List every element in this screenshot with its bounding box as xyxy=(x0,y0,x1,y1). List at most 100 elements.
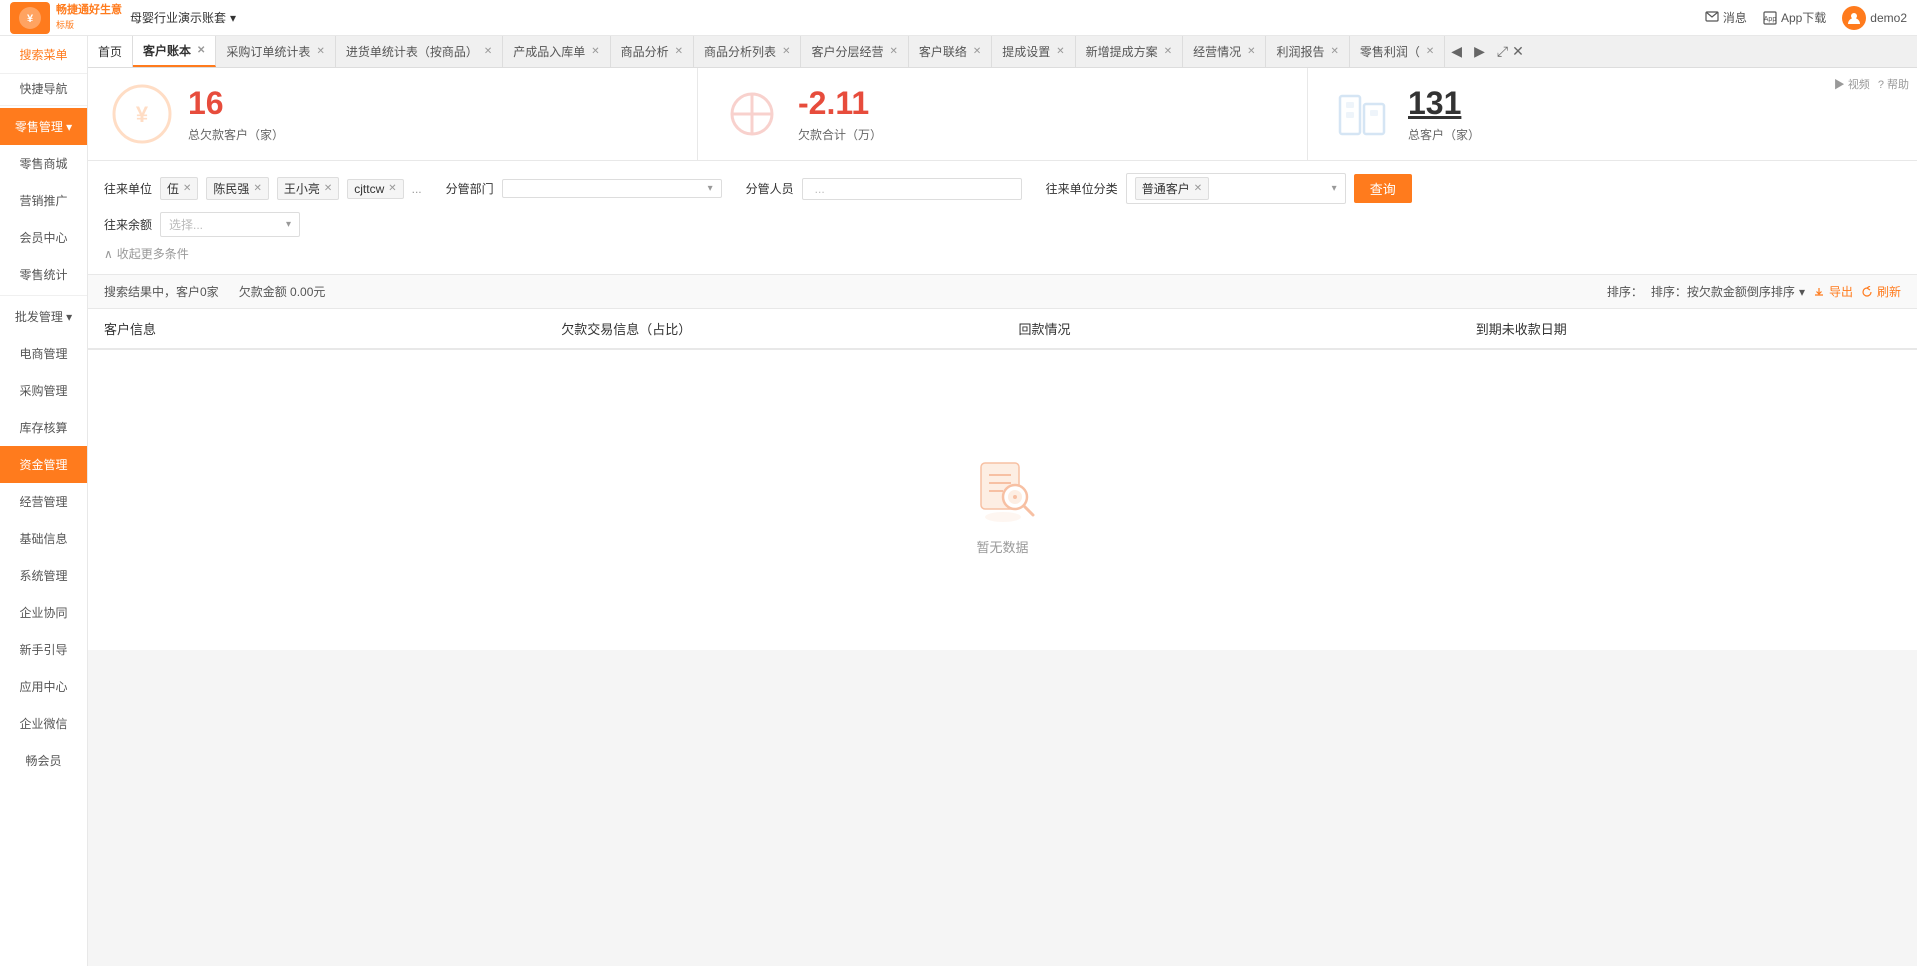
sidebar-item-purchase[interactable]: 采购管理 xyxy=(0,372,87,409)
tab-close-product-analysis-list[interactable]: ✕ xyxy=(782,46,790,57)
collapse-row: ∧ 收起更多条件 xyxy=(104,245,1901,262)
tab-profit-report[interactable]: 利润报告 ✕ xyxy=(1266,36,1349,67)
filter-tag-2[interactable]: 陈民强 ✕ xyxy=(206,177,268,200)
refresh-button[interactable]: 刷新 xyxy=(1861,283,1901,300)
sidebar-item-system[interactable]: 系统管理 xyxy=(0,557,87,594)
tab-close-customer-tier[interactable]: ✕ xyxy=(889,46,897,57)
filter-tag-4-close[interactable]: ✕ xyxy=(388,183,396,194)
unit-class-tag-close[interactable]: ✕ xyxy=(1194,183,1202,194)
org-selector[interactable]: 母婴行业演示账套 ▾ xyxy=(130,9,236,26)
sidebar-item-marketing[interactable]: 营销推广 xyxy=(0,182,87,219)
query-button[interactable]: 查询 xyxy=(1354,174,1412,203)
dept-select[interactable]: ▾ xyxy=(502,179,722,198)
tab-retail-profit[interactable]: 零售利润（ ✕ xyxy=(1350,36,1445,67)
tab-close-customer-contact[interactable]: ✕ xyxy=(973,46,981,57)
table-body: 暂无数据 xyxy=(88,350,1917,650)
results-bar: 搜索结果中，客户0家 欠款金额 0.00元 排序： 排序：按欠款金额倒序排序 ▾ xyxy=(88,275,1917,309)
sidebar-item-app-center[interactable]: 应用中心 xyxy=(0,668,87,705)
sidebar-item-retail-management[interactable]: 零售管理 ▾ xyxy=(0,108,87,145)
tab-product-analysis[interactable]: 商品分析 ✕ xyxy=(611,36,694,67)
tab-customer-balance[interactable]: 客户账本 ✕ xyxy=(133,36,216,67)
tab-close-new-promo-plan[interactable]: ✕ xyxy=(1164,46,1172,57)
tab-close-purchase-order-stats[interactable]: ✕ xyxy=(316,46,324,57)
tab-close-profit-report[interactable]: ✕ xyxy=(1331,46,1339,57)
sidebar-item-basic-info[interactable]: 基础信息 xyxy=(0,520,87,557)
filter-tag-2-close[interactable]: ✕ xyxy=(253,183,261,194)
tab-new-promo-plan[interactable]: 新增提成方案 ✕ xyxy=(1076,36,1183,67)
filter-tag-3[interactable]: 王小亮 ✕ xyxy=(277,177,339,200)
card-info-3: 131 总客户（家） xyxy=(1408,85,1893,143)
empty-state: 暂无数据 xyxy=(963,445,1043,556)
unit-class-arrow: ▾ xyxy=(1332,183,1337,194)
card-info-1: 16 总欠款客户（家） xyxy=(188,85,673,143)
sidebar-item-wholesale[interactable]: 批发管理 ▾ xyxy=(0,298,87,335)
unit-class-select[interactable]: 普通客户 ✕ ▾ xyxy=(1126,173,1346,204)
filter-more-tags[interactable]: ... xyxy=(412,182,422,196)
sidebar-item-ecommerce[interactable]: 电商管理 xyxy=(0,335,87,372)
sidebar-item-new-guide[interactable]: 新手引导 xyxy=(0,631,87,668)
filter-tag-1-close[interactable]: ✕ xyxy=(183,183,191,194)
tab-purchase-order-stats[interactable]: 采购订单统计表 ✕ xyxy=(216,36,335,67)
unit-class-tag[interactable]: 普通客户 ✕ xyxy=(1135,177,1209,200)
page-content: ¥ 16 总欠款客户（家） xyxy=(88,68,1917,966)
filter-area: 往来单位 伍 ✕ 陈民强 ✕ 王小亮 ✕ cjttcw xyxy=(88,161,1917,275)
tab-nav-prev[interactable]: ◀ xyxy=(1445,43,1468,60)
app-download-button[interactable]: App App下载 xyxy=(1763,9,1826,26)
balance-select[interactable]: 选择... ▾ xyxy=(160,212,300,237)
tab-close-inbound-stats[interactable]: ✕ xyxy=(484,46,492,57)
filter-tag-1[interactable]: 伍 ✕ xyxy=(160,177,198,200)
tab-close-promo-settings[interactable]: ✕ xyxy=(1056,46,1064,57)
tab-close-product-analysis[interactable]: ✕ xyxy=(675,46,683,57)
sidebar-item-enterprise-wechat[interactable]: 企业微信 xyxy=(0,705,87,742)
sidebar-item-membership[interactable]: 会员中心 xyxy=(0,219,87,256)
filter-tag-3-close[interactable]: ✕ xyxy=(324,183,332,194)
tab-business-status[interactable]: 经营情况 ✕ xyxy=(1183,36,1266,67)
total-customers-number[interactable]: 131 xyxy=(1408,85,1893,122)
tab-customer-tier[interactable]: 客户分层经营 ✕ xyxy=(801,36,908,67)
tab-customer-contact[interactable]: 客户联络 ✕ xyxy=(909,36,992,67)
sidebar-item-enterprise-coop[interactable]: 企业协同 xyxy=(0,594,87,631)
sort-select[interactable]: 排序：按欠款金额倒序排序 ▾ xyxy=(1651,283,1805,300)
summary-card-debt-total: -2.11 欠款合计（万） xyxy=(698,68,1308,160)
user-avatar[interactable]: demo2 xyxy=(1842,6,1907,30)
export-button[interactable]: 导出 xyxy=(1813,283,1853,300)
sidebar-quick-nav[interactable]: 快捷导航 xyxy=(0,74,87,103)
card-info-2: -2.11 欠款合计（万） xyxy=(798,85,1283,143)
staff-select[interactable]: ... xyxy=(802,178,1022,200)
tab-controls: ⤢ ✕ xyxy=(1491,43,1530,60)
tab-close-business-status[interactable]: ✕ xyxy=(1247,46,1255,57)
message-button[interactable]: 消息 xyxy=(1705,9,1747,26)
tab-promo-settings[interactable]: 提成设置 ✕ xyxy=(992,36,1075,67)
tab-home[interactable]: 首页 xyxy=(88,36,133,67)
tab-product-inbound[interactable]: 产成品入库单 ✕ xyxy=(503,36,610,67)
dept-select-arrow: ▾ xyxy=(708,183,713,194)
sidebar-search[interactable]: 搜索菜单 xyxy=(0,36,87,74)
dept-label: 分管部门 xyxy=(446,180,494,197)
sidebar-item-retail-stats[interactable]: 零售统计 xyxy=(0,256,87,293)
tab-nav-next[interactable]: ▶ xyxy=(1468,43,1491,60)
logo-icon: ¥ xyxy=(10,2,50,34)
filter-tag-4[interactable]: cjttcw ✕ xyxy=(347,179,403,199)
tab-close-customer-balance[interactable]: ✕ xyxy=(197,45,205,56)
unit-class-label: 往来单位分类 xyxy=(1046,180,1118,197)
table-col-customer-info: 客户信息 xyxy=(88,309,545,348)
tab-product-analysis-list[interactable]: 商品分析列表 ✕ xyxy=(694,36,801,67)
tab-inbound-stats[interactable]: 进货单统计表（按商品） ✕ xyxy=(336,36,503,67)
help-link[interactable]: ? 帮助 xyxy=(1878,76,1909,92)
message-icon xyxy=(1705,11,1719,25)
sidebar-item-business[interactable]: 经营管理 xyxy=(0,483,87,520)
tab-close-retail-profit[interactable]: ✕ xyxy=(1426,46,1434,57)
collapse-button[interactable]: ∧ 收起更多条件 xyxy=(104,245,1901,262)
tab-expand-icon[interactable]: ⤢ xyxy=(1497,43,1508,60)
sidebar-item-member[interactable]: 畅会员 xyxy=(0,742,87,779)
sidebar-item-retail-mall[interactable]: 零售商城 xyxy=(0,145,87,182)
sidebar-divider-2 xyxy=(0,295,87,296)
debt-customers-number: 16 xyxy=(188,85,673,122)
tab-close-all-icon[interactable]: ✕ xyxy=(1512,43,1524,60)
tab-close-product-inbound[interactable]: ✕ xyxy=(591,46,599,57)
sidebar-item-finance[interactable]: 资金管理 xyxy=(0,446,87,483)
top-bar: ¥ 畅捷通好生意 标版 母婴行业演示账套 ▾ 消息 App A xyxy=(0,0,1917,36)
sidebar-item-inventory[interactable]: 库存核算 xyxy=(0,409,87,446)
results-actions: 排序： 排序：按欠款金额倒序排序 ▾ 导出 xyxy=(1607,283,1901,300)
video-link[interactable]: ▶ 视频 xyxy=(1834,76,1870,92)
